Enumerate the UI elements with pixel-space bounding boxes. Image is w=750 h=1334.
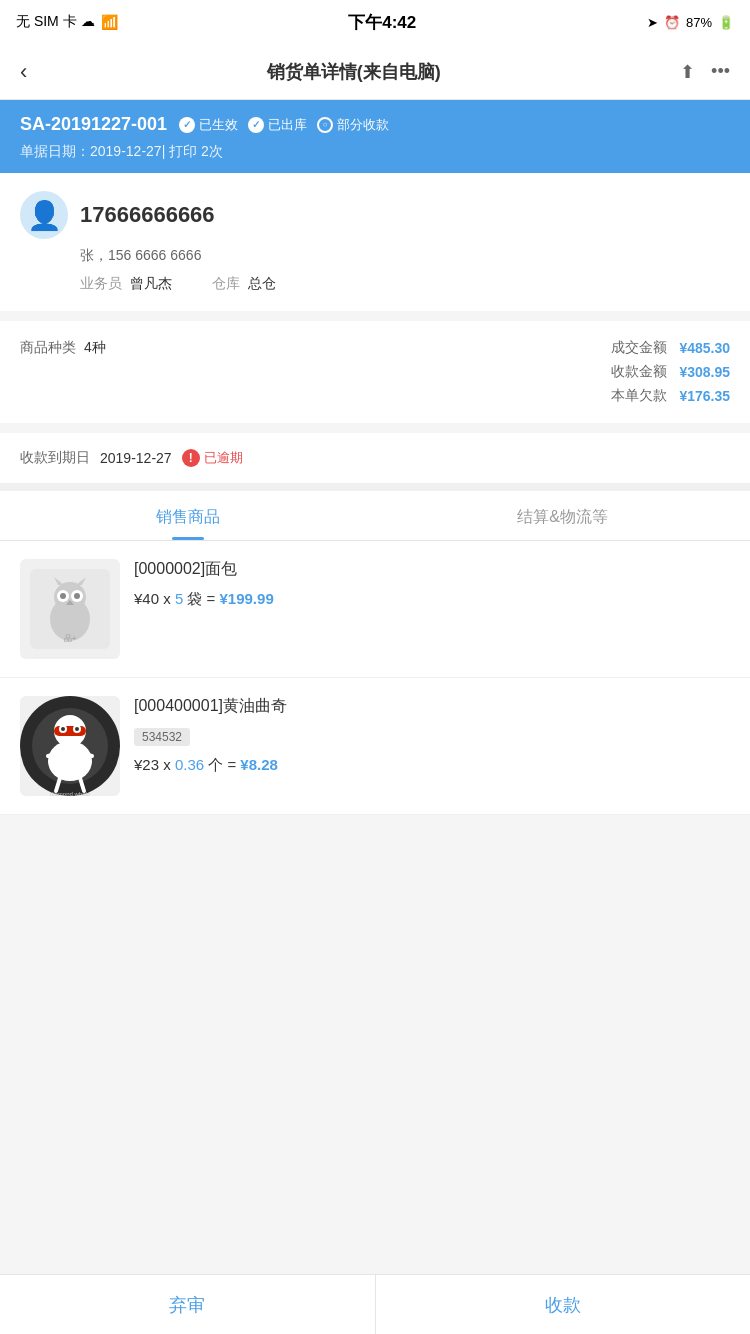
back-button[interactable]: ‹ [20,59,27,85]
customer-name: 张，156 6666 6666 [20,247,730,265]
svg-point-6 [74,593,80,599]
product-types-label: 商品种类 [20,339,76,357]
product-name-2: [000400001]黄油曲奇 [134,696,730,717]
product-types-item: 商品种类 4种 [20,339,106,357]
person-icon: 👤 [27,199,62,232]
badge-effective: 已生效 [179,116,238,134]
page-title: 销货单详情(来自电脑) [267,60,441,84]
product-name-1: [0000002]面包 [134,559,730,580]
product-image-1: 品+ [20,559,120,659]
warehouse-item: 仓库 总仓 [212,275,276,293]
product-thumbnail-2: diamond whale [20,696,120,796]
salesperson-value: 曾凡杰 [130,275,172,293]
product-info-1: [0000002]面包 ¥40 x 5 袋 = ¥199.99 [134,559,730,609]
product-thumbnail-1: 品+ [30,569,110,649]
received-amount-value: ¥308.95 [679,364,730,380]
product-item-1: 品+ [0000002]面包 ¥40 x 5 袋 = ¥199.99 [0,541,750,678]
product-tag-2: 534532 [134,728,190,746]
order-header-banner: SA-20191227-001 已生效 已出库 部分收款 单据日期：2019-1… [0,100,750,173]
overdue-icon: ! [182,449,200,467]
location-icon: ➤ [647,15,658,30]
overdue-badge: ! 已逾期 [182,449,243,467]
collect-payment-button[interactable]: 收款 [376,1275,751,1334]
received-amount-label: 收款金额 [611,363,667,381]
check-icon-shipped [248,117,264,133]
product-price-1: ¥40 x 5 袋 = ¥199.99 [134,590,730,609]
transaction-amount-value: ¥485.30 [679,340,730,356]
product-qty-1: 5 [175,590,183,607]
svg-rect-15 [54,726,86,736]
salesperson-item: 业务员 曾凡杰 [80,275,172,293]
svg-point-5 [60,593,66,599]
customer-row: 👤 17666666666 [20,191,730,239]
owed-amount-value: ¥176.35 [679,388,730,404]
transaction-amount-label: 成交金额 [611,339,667,357]
avatar: 👤 [20,191,68,239]
svg-text:品+: 品+ [64,634,77,643]
cancel-review-button[interactable]: 弃审 [0,1275,375,1334]
customer-phone: 17666666666 [80,202,215,228]
battery-icon: 🔋 [718,15,734,30]
tab-sales-products[interactable]: 销售商品 [0,491,375,540]
bottom-actions: 弃审 收款 [0,1274,750,1334]
due-date-label: 收款到期日 [20,449,90,467]
owed-amount-row: 本单欠款 ¥176.35 [611,387,730,405]
product-total-1: ¥199.99 [220,590,274,607]
clock-icon-partial [317,117,333,133]
order-date-row: 单据日期：2019-12-27| 打印 2次 [20,143,730,161]
svg-text:diamond whale: diamond whale [50,791,91,796]
svg-point-18 [61,727,65,731]
warehouse-label: 仓库 [212,275,240,293]
status-badges: 已生效 已出库 部分收款 [179,116,389,134]
summary-left: 商品种类 4种 [20,339,106,357]
received-amount-row: 收款金额 ¥308.95 [611,363,730,381]
svg-point-19 [75,727,79,731]
status-time: 下午4:42 [348,11,416,34]
more-button[interactable]: ••• [711,61,730,82]
product-qty-2: 0.36 [175,756,204,773]
wifi-icon: 📶 [101,14,118,30]
svg-point-14 [48,741,92,781]
status-left: 无 SIM 卡 ☁ 📶 [16,13,118,31]
transaction-amount-row: 成交金额 ¥485.30 [611,339,730,357]
share-button[interactable]: ⬆ [680,61,695,83]
salesperson-label: 业务员 [80,275,122,293]
nav-bar: ‹ 销货单详情(来自电脑) ⬆ ••• [0,44,750,100]
product-total-2: ¥8.28 [240,756,278,773]
overdue-label: 已逾期 [204,449,243,467]
due-date-section: 收款到期日 2019-12-27 ! 已逾期 [0,433,750,483]
alarm-icon: ⏰ [664,15,680,30]
badge-partial-payment: 部分收款 [317,116,389,134]
battery-label: 87% [686,15,712,30]
due-date-value: 2019-12-27 [100,450,172,466]
no-sim-label: 无 SIM 卡 ☁ [16,13,95,31]
tab-settlement-logistics[interactable]: 结算&物流等 [375,491,750,540]
summary-right: 成交金额 ¥485.30 收款金额 ¥308.95 本单欠款 ¥176.35 [611,339,730,405]
order-top-row: SA-20191227-001 已生效 已出库 部分收款 [20,114,730,135]
badge-shipped: 已出库 [248,116,307,134]
order-number: SA-20191227-001 [20,114,167,135]
section-divider [0,483,750,491]
customer-section: 👤 17666666666 张，156 6666 6666 业务员 曾凡杰 仓库… [0,173,750,311]
product-placeholder-1: 品+ [20,559,120,659]
product-info-2: [000400001]黄油曲奇 534532 ¥23 x 0.36 个 = ¥8… [134,696,730,775]
owed-amount-label: 本单欠款 [611,387,667,405]
product-item-2: diamond whale [000400001]黄油曲奇 534532 ¥23… [0,678,750,815]
nav-actions: ⬆ ••• [680,61,730,83]
summary-section: 商品种类 4种 成交金额 ¥485.30 收款金额 ¥308.95 本单欠款 ¥… [0,321,750,423]
status-right: ➤ ⏰ 87% 🔋 [647,15,734,30]
warehouse-value: 总仓 [248,275,276,293]
product-price-2: ¥23 x 0.36 个 = ¥8.28 [134,756,730,775]
product-types-value: 4种 [84,339,106,357]
tabs-bar: 销售商品 结算&物流等 [0,491,750,541]
status-bar: 无 SIM 卡 ☁ 📶 下午4:42 ➤ ⏰ 87% 🔋 [0,0,750,44]
customer-meta: 业务员 曾凡杰 仓库 总仓 [20,275,730,293]
product-image-2: diamond whale [20,696,120,796]
check-icon-effective [179,117,195,133]
products-list: 品+ [0000002]面包 ¥40 x 5 袋 = ¥199.99 [0,541,750,815]
